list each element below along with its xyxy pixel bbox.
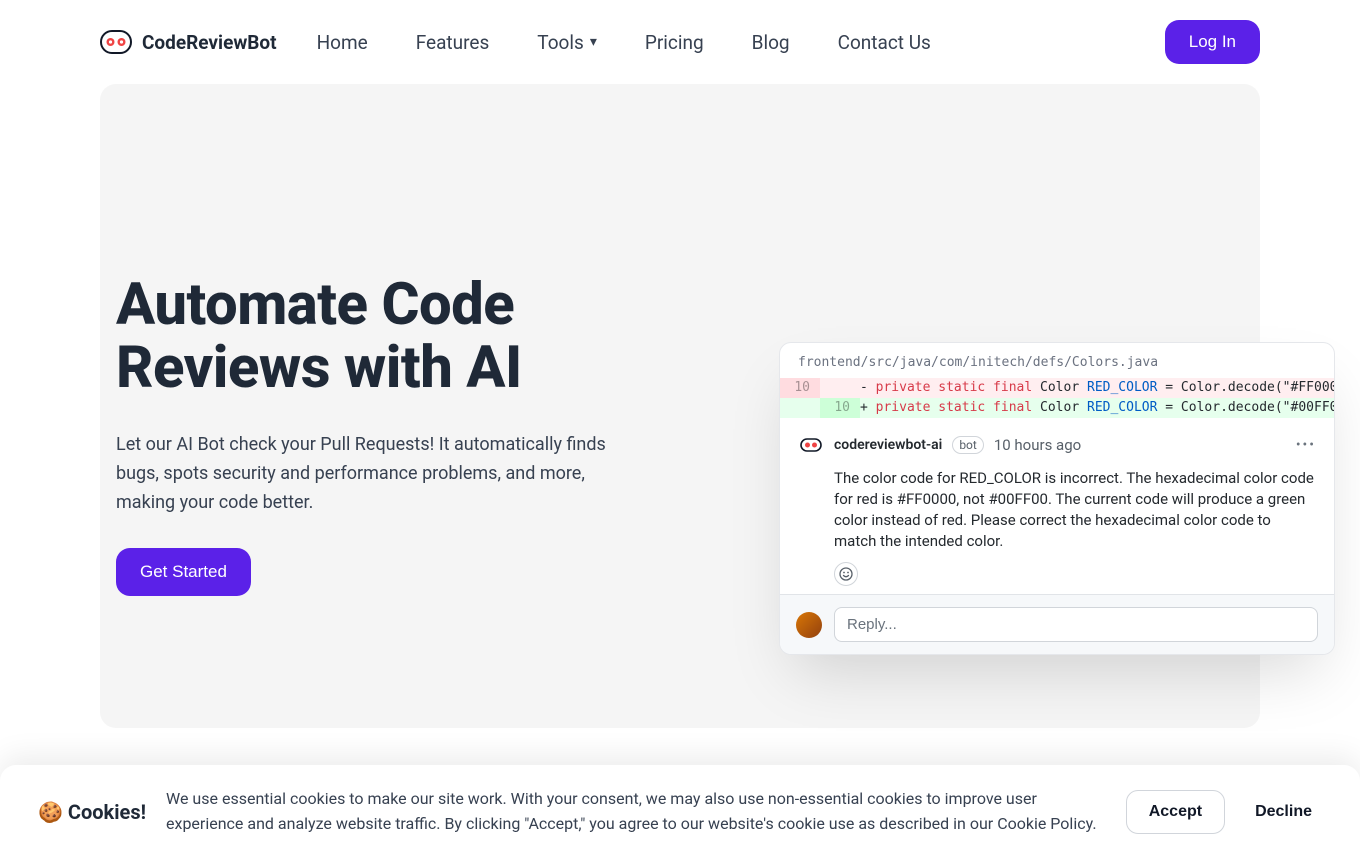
brand[interactable]: CodeReviewBot [100, 30, 277, 54]
reply-input[interactable] [834, 607, 1318, 642]
chevron-down-icon: ▾ [590, 34, 597, 50]
nav-home[interactable]: Home [317, 31, 368, 54]
line-number-new: 10 [820, 398, 860, 418]
hero-subtitle: Let our AI Bot check your Pull Requests!… [116, 431, 616, 517]
file-path: frontend/src/java/com/initech/defs/Color… [780, 343, 1334, 378]
comment-header: codereviewbot-ai bot 10 hours ago ••• [798, 432, 1316, 458]
nav-features[interactable]: Features [416, 31, 490, 54]
cookie-title-text: Cookies! [68, 800, 146, 824]
user-avatar-icon [796, 612, 822, 638]
nav-blog[interactable]: Blog [752, 31, 790, 54]
line-number-old: 10 [780, 378, 820, 398]
line-number-old [780, 398, 820, 418]
hero-left: Automate Code Reviews with AI Let our AI… [100, 274, 660, 596]
line-number-new [820, 378, 860, 398]
diff-code: + private static final Color RED_COLOR =… [860, 398, 1334, 418]
cookie-banner: 🍪 Cookies! We use essential cookies to m… [0, 765, 1360, 859]
cookie-accept-button[interactable]: Accept [1126, 790, 1225, 834]
comment-author: codereviewbot-ai [834, 437, 942, 453]
nav-contact[interactable]: Contact Us [838, 31, 931, 54]
nav-tools-label: Tools [537, 31, 584, 54]
brand-name: CodeReviewBot [142, 31, 277, 54]
diff-line-remove: 10 - private static final Color RED_COLO… [780, 378, 1334, 398]
comment-menu-icon[interactable]: ••• [1296, 437, 1316, 453]
hero-title-line1: Automate Code [116, 271, 514, 339]
cookie-title: 🍪 Cookies! [38, 800, 146, 824]
bot-badge: bot [952, 436, 984, 454]
nav-links: Home Features Tools ▾ Pricing Blog Conta… [317, 31, 931, 54]
nav-tools[interactable]: Tools ▾ [537, 31, 597, 54]
comment-time: 10 hours ago [994, 436, 1081, 454]
cookie-text: We use essential cookies to make our sit… [166, 787, 1106, 837]
hero-section: Automate Code Reviews with AI Let our AI… [100, 84, 1260, 728]
diff-line-add: 10 + private static final Color RED_COLO… [780, 398, 1334, 418]
comment-body: The color code for RED_COLOR is incorrec… [834, 468, 1316, 552]
nav-pricing[interactable]: Pricing [645, 31, 704, 54]
bot-avatar-icon [798, 432, 824, 458]
get-started-button[interactable]: Get Started [116, 548, 251, 596]
code-review-card: frontend/src/java/com/initech/defs/Color… [779, 342, 1335, 655]
hero-title-line2: Reviews with AI [116, 334, 522, 402]
cookie-decline-button[interactable]: Decline [1245, 791, 1322, 833]
reply-row [780, 594, 1334, 654]
main-nav: CodeReviewBot Home Features Tools ▾ Pric… [0, 0, 1360, 84]
hero-title: Automate Code Reviews with AI [116, 274, 660, 399]
login-button[interactable]: Log In [1165, 20, 1260, 64]
add-reaction-button[interactable] [834, 562, 858, 586]
robot-logo-icon [100, 30, 132, 54]
cookie-icon: 🍪 [38, 800, 63, 824]
review-comment: codereviewbot-ai bot 10 hours ago ••• Th… [780, 418, 1334, 594]
diff-code: - private static final Color RED_COLOR =… [860, 378, 1334, 398]
